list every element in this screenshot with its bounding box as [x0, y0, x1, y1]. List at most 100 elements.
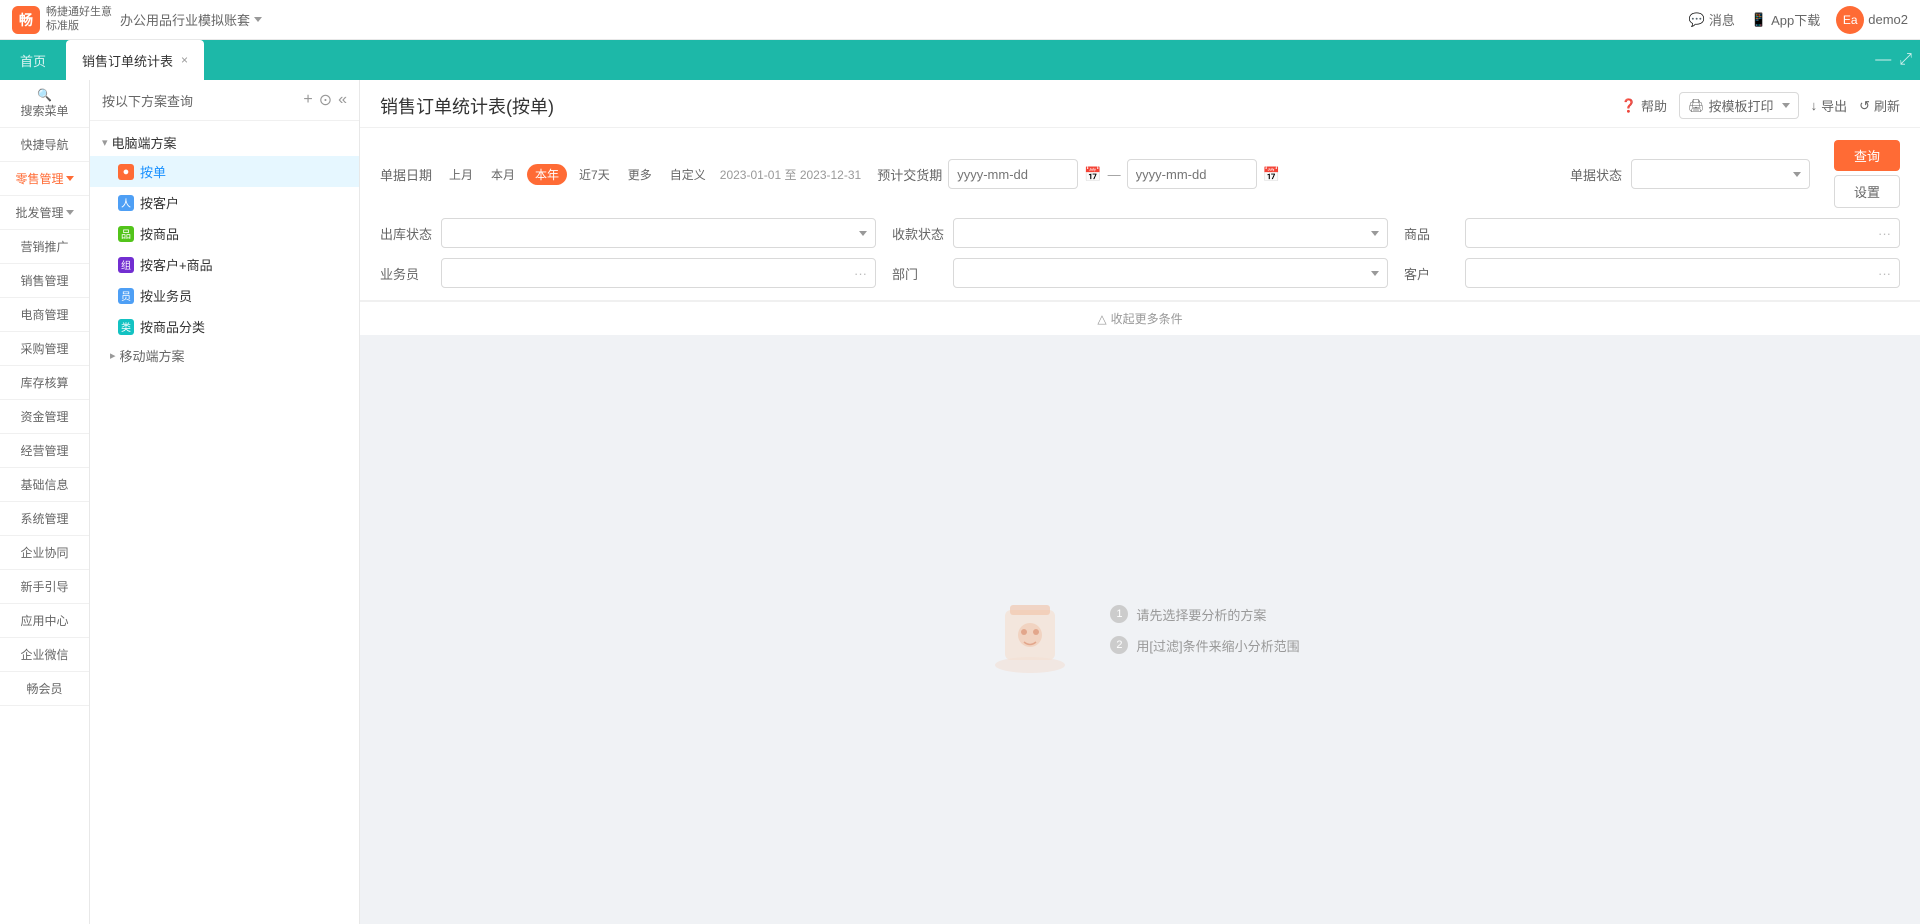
settings-button[interactable]: 设置	[1834, 175, 1900, 208]
tab-home[interactable]: 首页	[0, 40, 66, 80]
by-customer-icon: 人	[118, 195, 134, 211]
by-order-icon: ●	[118, 164, 134, 180]
query-button[interactable]: 查询	[1834, 140, 1900, 171]
sidebar-item-enterprise-wx[interactable]: 企业微信	[0, 638, 89, 672]
sidebar-item-newbie[interactable]: 新手引导	[0, 570, 89, 604]
sidebar-item-ecommerce[interactable]: 电商管理	[0, 298, 89, 332]
maximize-icon[interactable]: ⤢	[1899, 51, 1912, 69]
cal-icon-end[interactable]: 📅	[1263, 166, 1280, 183]
tab-bar-end: — ⤢	[1875, 51, 1920, 69]
app-download-button[interactable]: 📱 App下载	[1751, 10, 1820, 29]
salesperson-select[interactable]: ···	[441, 258, 876, 288]
sidebar-item-inventory[interactable]: 库存核算	[0, 366, 89, 400]
delivery-date-end[interactable]	[1127, 159, 1257, 189]
tree-item-by-order[interactable]: ● 按单	[90, 156, 359, 187]
ship-status-label: 出库状态	[380, 224, 435, 243]
by-customer-goods-icon: 组	[118, 257, 134, 273]
sidebar-item-quick-nav[interactable]: 快捷导航	[0, 128, 89, 162]
collapse-panel-button[interactable]: «	[338, 91, 347, 109]
goods-label: 商品	[1404, 224, 1459, 243]
logo-text: 畅捷通好生意 标准版	[46, 6, 112, 32]
page-header: 销售订单统计表(按单) ❓ 帮助 🖨 按模板打印 ↓ 导出	[360, 80, 1920, 128]
export-icon: ↓	[1811, 98, 1818, 113]
content-area: 按以下方案查询 + ⊙ « ▾ 电脑端方案 ● 按单 人 按客户	[90, 80, 1920, 924]
tree-item-by-goods-category[interactable]: 类 按商品分类	[90, 311, 359, 342]
custom-date-btn[interactable]: 自定义	[664, 164, 712, 185]
expected-delivery-label: 预计交货期	[877, 165, 942, 184]
empty-illustration	[980, 580, 1080, 680]
tab-sales-order-stats[interactable]: 销售订单统计表 ×	[66, 40, 204, 80]
last-month-btn[interactable]: 上月	[443, 164, 479, 185]
by-goods-icon: 品	[118, 226, 134, 242]
minimize-icon[interactable]: —	[1875, 51, 1891, 69]
sidebar-item-enterprise[interactable]: 企业协同	[0, 536, 89, 570]
bill-date-group: 单据日期 上月 本月 本年 近7天 更多 自定义 2023-01-01 至 20…	[380, 164, 861, 185]
left-panel-actions: + ⊙ «	[303, 90, 347, 110]
refresh-button[interactable]: ↺ 刷新	[1859, 96, 1900, 115]
payment-status-chevron-icon	[1371, 231, 1379, 236]
phone-icon: 📱	[1751, 12, 1767, 28]
section-arrow-icon: ▾	[102, 136, 108, 149]
tree-item-by-customer[interactable]: 人 按客户	[90, 187, 359, 218]
logo-icon: 畅	[12, 6, 40, 34]
empty-hint-2: 2 用[过滤]条件来缩小分析范围	[1110, 636, 1299, 655]
ship-status-select[interactable]	[441, 218, 876, 248]
cal-icon-start[interactable]: 📅	[1084, 166, 1101, 183]
tree-item-by-goods[interactable]: 品 按商品	[90, 218, 359, 249]
payment-status-select[interactable]	[953, 218, 1388, 248]
right-panel: 销售订单统计表(按单) ❓ 帮助 🖨 按模板打印 ↓ 导出	[360, 80, 1920, 924]
current-year-btn[interactable]: 本年	[527, 164, 567, 185]
left-panel-header: 按以下方案查询 + ⊙ «	[90, 80, 359, 121]
sidebar-item-wholesale[interactable]: 批发管理	[0, 196, 89, 230]
sidebar-search[interactable]: 🔍 搜索菜单	[0, 80, 89, 128]
goods-select[interactable]: ···	[1465, 218, 1900, 248]
this-month-btn[interactable]: 本月	[485, 164, 521, 185]
retail-chevron-icon	[66, 176, 74, 181]
message-button[interactable]: 💬 消息	[1689, 10, 1735, 29]
tree-item-by-customer-goods[interactable]: 组 按客户+商品	[90, 249, 359, 280]
salesperson-group: 业务员 ···	[380, 258, 876, 288]
ship-status-chevron-icon	[859, 231, 867, 236]
breadcrumb-dropdown[interactable]	[254, 17, 262, 22]
hint-num-1: 1	[1110, 605, 1128, 623]
sidebar-item-retail[interactable]: 零售管理	[0, 162, 89, 196]
sidebar-item-app-center[interactable]: 应用中心	[0, 604, 89, 638]
empty-state: 1 请先选择要分析的方案 2 用[过滤]条件来缩小分析范围	[360, 335, 1920, 924]
by-goods-category-icon: 类	[118, 319, 134, 335]
department-label: 部门	[892, 264, 947, 283]
tree-section-mobile[interactable]: ▸ 移动端方案	[90, 342, 359, 369]
department-chevron-icon	[1371, 271, 1379, 276]
user-menu-button[interactable]: Ea demo2	[1836, 6, 1908, 34]
help-button[interactable]: ❓ 帮助	[1621, 96, 1667, 115]
sidebar-item-sales[interactable]: 销售管理	[0, 264, 89, 298]
delivery-date-start[interactable]	[948, 159, 1078, 189]
empty-hints: 1 请先选择要分析的方案 2 用[过滤]条件来缩小分析范围	[1110, 605, 1299, 655]
filter-area: 单据日期 上月 本月 本年 近7天 更多 自定义 2023-01-01 至 20…	[360, 128, 1920, 301]
sidebar-item-basic[interactable]: 基础信息	[0, 468, 89, 502]
sidebar-item-system[interactable]: 系统管理	[0, 502, 89, 536]
payment-status-label: 收款状态	[892, 224, 947, 243]
add-scheme-button[interactable]: +	[303, 91, 312, 109]
sidebar-item-ops[interactable]: 经营管理	[0, 434, 89, 468]
settings-scheme-button[interactable]: ⊙	[319, 90, 332, 110]
sidebar-item-marketing[interactable]: 营销推广	[0, 230, 89, 264]
collapse-row[interactable]: △ 收起更多条件	[360, 301, 1920, 335]
print-button[interactable]: 🖨 按模板打印	[1679, 92, 1799, 119]
refresh-icon: ↺	[1859, 98, 1870, 114]
bill-date-label: 单据日期	[380, 165, 435, 184]
export-button[interactable]: ↓ 导出	[1811, 96, 1848, 115]
department-select[interactable]	[953, 258, 1388, 288]
wholesale-chevron-icon	[66, 210, 74, 215]
tree-item-by-salesperson[interactable]: 员 按业务员	[90, 280, 359, 311]
sidebar-item-member[interactable]: 畅会员	[0, 672, 89, 706]
bill-status-select[interactable]	[1631, 159, 1810, 189]
last7days-btn[interactable]: 近7天	[573, 164, 616, 185]
salesperson-label: 业务员	[380, 264, 435, 283]
tree-section-pc[interactable]: ▾ 电脑端方案	[90, 129, 359, 156]
sidebar-item-finance[interactable]: 资金管理	[0, 400, 89, 434]
customer-select[interactable]: ···	[1465, 258, 1900, 288]
breadcrumb-chevron-icon	[254, 17, 262, 22]
sidebar-item-purchase[interactable]: 采购管理	[0, 332, 89, 366]
more-date-btn[interactable]: 更多	[622, 164, 658, 185]
tab-close-icon[interactable]: ×	[181, 53, 188, 67]
